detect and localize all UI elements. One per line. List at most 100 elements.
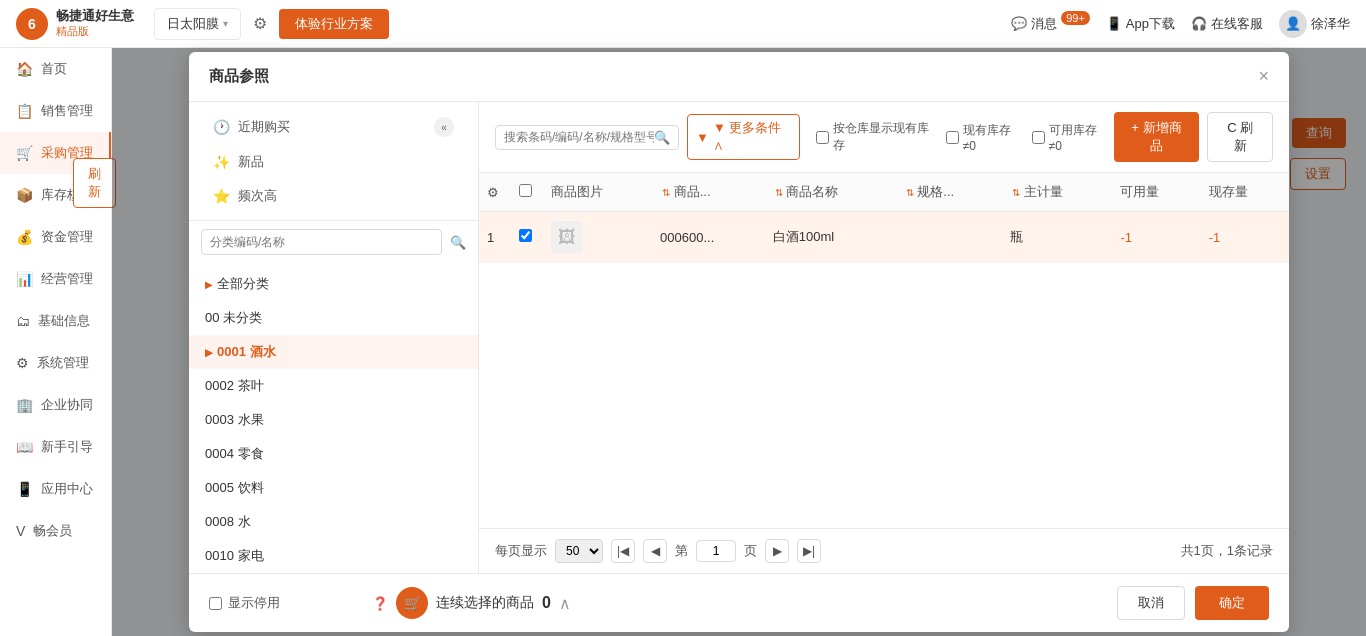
- category-item-0004[interactable]: 0004 零食: [189, 437, 478, 471]
- checkbox-available-nonzero[interactable]: 可用库存≠0: [1032, 122, 1106, 153]
- sidebar-item-finance[interactable]: 💰 资金管理: [0, 216, 111, 258]
- basic-icon: 🗂: [16, 313, 30, 329]
- modal-header: 商品参照 ×: [189, 52, 1289, 102]
- th-name[interactable]: ⇅ 商品名称: [765, 173, 896, 212]
- checkbox-stock-nonzero[interactable]: 现有库存≠0: [946, 122, 1020, 153]
- system-icon: ⚙: [16, 355, 29, 371]
- left-sidebar: 🏠 首页 📋 销售管理 🛒 采购管理 📦 库存核算 💰 资金管理 📊 经营管理 …: [0, 48, 112, 636]
- sort-icon: ⇅: [662, 187, 670, 198]
- sidebar-item-sales[interactable]: 📋 销售管理: [0, 90, 111, 132]
- cell-name: 白酒100ml: [765, 212, 896, 263]
- th-settings[interactable]: ⚙: [479, 173, 511, 212]
- th-spec[interactable]: ⇅ 规格...: [896, 173, 1003, 212]
- logo-icon: 6: [16, 8, 48, 40]
- sidebar-item-apps[interactable]: 📱 应用中心: [0, 468, 111, 510]
- cell-unit: 瓶: [1002, 212, 1112, 263]
- sidebar-item-member[interactable]: V 畅会员: [0, 510, 111, 552]
- clock-icon: 🕐: [213, 119, 230, 135]
- logo-sub: 精品版: [56, 24, 134, 39]
- category-item-00[interactable]: 00 未分类: [189, 301, 478, 335]
- inventory-icon: 📦: [16, 187, 33, 203]
- cell-check[interactable]: [511, 212, 543, 263]
- gear-icon[interactable]: ⚙: [253, 14, 267, 33]
- cart-icon: 🛒: [404, 595, 421, 611]
- nav-dropdown[interactable]: 日太阳膜 ▾: [154, 8, 241, 40]
- recent-tab[interactable]: 🕐 近期购买 «: [201, 110, 466, 144]
- category-item-0002[interactable]: 0002 茶叶: [189, 369, 478, 403]
- warehouse-checkbox[interactable]: [816, 131, 829, 144]
- product-search-box: 🔍: [495, 125, 679, 150]
- sales-icon: 📋: [16, 103, 33, 119]
- cell-code: 000600...: [652, 212, 765, 263]
- sidebar-item-system[interactable]: ⚙ 系统管理: [0, 342, 111, 384]
- service-item[interactable]: 🎧 在线客服: [1191, 15, 1263, 33]
- per-page-select[interactable]: 50: [555, 539, 603, 563]
- frequent-tab[interactable]: ⭐ 频次高: [201, 180, 466, 212]
- th-code[interactable]: ⇅ 商品...: [652, 173, 765, 212]
- confirm-button[interactable]: 确定: [1195, 586, 1269, 620]
- category-item-all[interactable]: ▶ 全部分类: [189, 267, 478, 301]
- display-disabled-checkbox[interactable]: [209, 597, 222, 610]
- sort-spec-icon: ⇅: [906, 187, 914, 198]
- member-icon: V: [16, 523, 25, 539]
- category-item-0001[interactable]: ▶ 0001 酒水: [189, 335, 478, 369]
- collapse-button[interactable]: «: [434, 117, 454, 137]
- last-page-button[interactable]: ▶|: [797, 539, 821, 563]
- bg-refresh-button[interactable]: 刷新: [73, 158, 116, 208]
- trial-button[interactable]: 体验行业方案: [279, 9, 389, 39]
- sort-name-icon: ⇅: [775, 187, 783, 198]
- new-tab[interactable]: ✨ 新品: [201, 146, 466, 178]
- checkbox-warehouse[interactable]: 按仓库显示现有库存: [816, 120, 934, 154]
- cancel-button[interactable]: 取消: [1117, 586, 1185, 620]
- help-icon[interactable]: ❓: [372, 596, 388, 611]
- row-checkbox[interactable]: [519, 229, 532, 242]
- cell-available: -1: [1112, 212, 1200, 263]
- product-table: ⚙ 商品图片 ⇅ 商品...: [479, 173, 1289, 528]
- user-item[interactable]: 👤 徐泽华: [1279, 10, 1350, 38]
- filter-icon: ▼: [696, 130, 709, 145]
- category-item-0010[interactable]: 0010 家电: [189, 539, 478, 573]
- refresh-button[interactable]: C 刷新: [1207, 112, 1273, 162]
- category-item-0008[interactable]: 0008 水: [189, 505, 478, 539]
- table-row[interactable]: 1 🖼 000600... 白酒100ml 瓶: [479, 212, 1289, 263]
- sidebar-item-business[interactable]: 📊 经营管理: [0, 258, 111, 300]
- display-disabled: 显示停用: [209, 594, 280, 612]
- add-product-button[interactable]: + 新增商品: [1114, 112, 1200, 162]
- triangle-icon: ▶: [205, 279, 213, 290]
- message-item[interactable]: 💬 消息 99+: [1011, 15, 1090, 33]
- collapse-cart-icon[interactable]: ∧: [559, 594, 571, 613]
- logo-text: 畅捷通好生意: [56, 8, 134, 24]
- prev-page-button[interactable]: ◀: [643, 539, 667, 563]
- triangle-active-icon: ▶: [205, 347, 213, 358]
- th-image: 商品图片: [543, 173, 652, 212]
- main-layout: 🏠 首页 📋 销售管理 🛒 采购管理 📦 库存核算 💰 资金管理 📊 经营管理 …: [0, 48, 1366, 636]
- sidebar-item-guide[interactable]: 📖 新手引导: [0, 426, 111, 468]
- footer-actions: 取消 确定: [1117, 586, 1269, 620]
- category-item-0005[interactable]: 0005 饮料: [189, 471, 478, 505]
- product-search-input[interactable]: [504, 130, 654, 144]
- close-icon[interactable]: ×: [1258, 66, 1269, 87]
- category-search: 🔍: [189, 221, 478, 263]
- cart-button[interactable]: 🛒: [396, 587, 428, 619]
- available-nonzero-checkbox[interactable]: [1032, 131, 1045, 144]
- modal-left-tabs: 🕐 近期购买 « ✨ 新品 ⭐ 频次高: [189, 102, 478, 221]
- filter-button[interactable]: ▼ ▼ 更多条件 ∧: [687, 114, 800, 160]
- search-submit-icon[interactable]: 🔍: [654, 130, 670, 145]
- modal-overlay: 商品参照 × 🕐 近期购买 «: [112, 48, 1366, 636]
- nav-right: 💬 消息 99+ 📱 App下载 🎧 在线客服 👤 徐泽华: [1011, 10, 1350, 38]
- stock-nonzero-checkbox[interactable]: [946, 131, 959, 144]
- first-page-button[interactable]: |◀: [611, 539, 635, 563]
- category-item-0003[interactable]: 0003 水果: [189, 403, 478, 437]
- content-area: 查询 设置 刷新 商品参照 × 🕐: [112, 48, 1366, 636]
- sidebar-item-enterprise[interactable]: 🏢 企业协同: [0, 384, 111, 426]
- search-icon[interactable]: 🔍: [450, 235, 466, 250]
- category-search-input[interactable]: [201, 229, 442, 255]
- select-all-checkbox[interactable]: [519, 184, 532, 197]
- page-info: 共1页，1条记录: [1181, 542, 1273, 560]
- sidebar-item-home[interactable]: 🏠 首页: [0, 48, 111, 90]
- sidebar-item-basic[interactable]: 🗂 基础信息: [0, 300, 111, 342]
- th-unit[interactable]: ⇅ 主计量: [1002, 173, 1112, 212]
- app-download-item[interactable]: 📱 App下载: [1106, 15, 1175, 33]
- page-input[interactable]: [696, 540, 736, 562]
- next-page-button[interactable]: ▶: [765, 539, 789, 563]
